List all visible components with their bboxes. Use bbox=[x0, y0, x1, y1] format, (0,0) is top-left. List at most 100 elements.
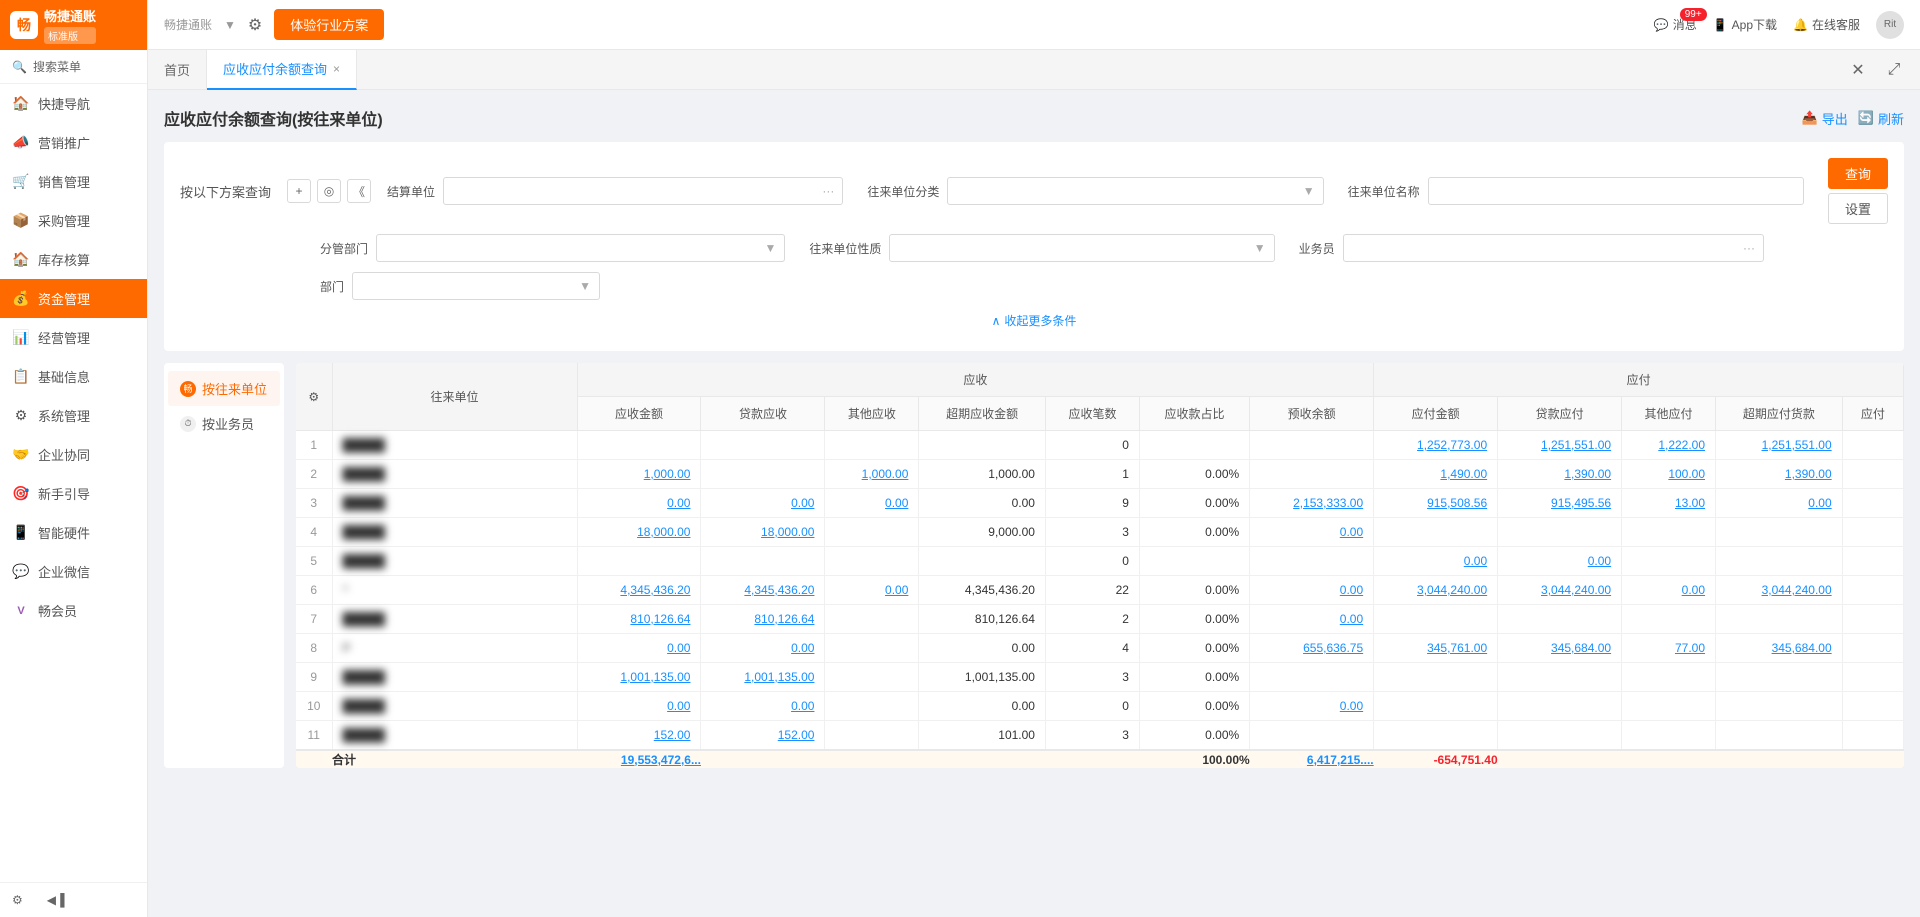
department-label: 部门 bbox=[320, 278, 344, 295]
cell-partner: █████ bbox=[332, 721, 577, 751]
partner-nature-select[interactable]: ▼ bbox=[889, 234, 1274, 262]
footer-pay-amount: -654,751.40 bbox=[1374, 750, 1498, 768]
operation-icon: 📊 bbox=[12, 329, 30, 347]
tabs-actions: ✕ ⤢ bbox=[1844, 56, 1920, 84]
sidebar-search[interactable]: 🔍 搜索菜单 bbox=[0, 50, 147, 84]
sidebar-item-capital[interactable]: 💰 资金管理 bbox=[0, 279, 147, 318]
th-rec-loan: 贷款应收 bbox=[701, 397, 825, 431]
sidebar-item-label: 畅会员 bbox=[38, 601, 77, 620]
member-icon: V bbox=[12, 602, 30, 620]
table-row: 11█████152.00152.00101.0030.00% bbox=[296, 721, 1904, 751]
avatar: Rit bbox=[1876, 11, 1904, 39]
table-row: 8P0.000.000.0040.00%655,636.75345,761.00… bbox=[296, 634, 1904, 663]
filter-settings-button[interactable]: ◎ bbox=[317, 179, 341, 203]
sidebar-item-inventory[interactable]: 🏠 库存核算 bbox=[0, 240, 147, 279]
table-settings-icon[interactable]: ⚙ bbox=[308, 390, 319, 404]
query-buttons: 查询 设置 bbox=[1828, 158, 1888, 224]
settlement-unit-input[interactable]: ··· bbox=[443, 177, 843, 205]
sidebar-item-hardware[interactable]: 📱 智能硬件 bbox=[0, 513, 147, 552]
th-pay-suffix: 应付 bbox=[1842, 397, 1903, 431]
filter-row-2: 分管部门 ▼ 往来单位性质 ▼ 业务员 ··· bbox=[180, 234, 1888, 262]
th-rec-other: 其他应收 bbox=[825, 397, 919, 431]
export-button[interactable]: 📤 导出 bbox=[1802, 109, 1848, 128]
refresh-button[interactable]: 🔄 刷新 bbox=[1858, 109, 1904, 128]
filter-collapse-button[interactable]: 《 bbox=[347, 179, 371, 203]
th-settings[interactable]: ⚙ bbox=[296, 363, 332, 431]
filter-add-button[interactable]: + bbox=[287, 179, 311, 203]
download-icon: 📱 bbox=[1713, 18, 1728, 32]
message-badge: 99+ bbox=[1680, 8, 1707, 21]
footer-rec-advance[interactable]: 6,417,215.... bbox=[1250, 750, 1374, 768]
query-button[interactable]: 查询 bbox=[1828, 158, 1888, 189]
th-rec-amount: 应收金额 bbox=[577, 397, 701, 431]
table-scroll[interactable]: ⚙ 往来单位 应收 应付 应收金额 贷款应收 其他应收 超期应收金额 应收笔数 bbox=[296, 363, 1904, 768]
basic-icon: 📋 bbox=[12, 368, 30, 386]
top-header: 畅捷通账 ▼ ⚙ 体验行业方案 💬 消息 99+ 📱 App下载 🔔 在线客服 … bbox=[148, 0, 1920, 50]
cell-partner: █████ bbox=[332, 489, 577, 518]
chevron-down-icon[interactable]: ▼ bbox=[224, 18, 236, 32]
sidebar-item-basic[interactable]: 📋 基础信息 bbox=[0, 357, 147, 396]
table-row: 5█████00.000.00 bbox=[296, 547, 1904, 576]
table-row: 7█████810,126.64810,126.64810,126.6420.0… bbox=[296, 605, 1904, 634]
filter-action-buttons: + ◎ 《 bbox=[287, 179, 371, 203]
dept-select[interactable]: ▼ bbox=[376, 234, 785, 262]
window-expand-button[interactable]: ⤢ bbox=[1880, 56, 1908, 84]
header-actions: 💬 消息 99+ 📱 App下载 🔔 在线客服 Rit bbox=[1654, 11, 1904, 39]
sidebar-item-system[interactable]: ⚙ 系统管理 bbox=[0, 396, 147, 435]
sidebar-item-label: 新手引导 bbox=[38, 484, 90, 503]
footer-rec-loan bbox=[701, 750, 825, 768]
tab-close-icon[interactable]: × bbox=[333, 62, 340, 76]
header-settings-icon[interactable]: ⚙ bbox=[248, 15, 262, 35]
salesperson-input[interactable]: ··· bbox=[1343, 234, 1764, 262]
cell-partner: █████ bbox=[332, 460, 577, 489]
tab-home[interactable]: 首页 bbox=[148, 50, 207, 90]
department-select[interactable]: ▼ bbox=[352, 272, 600, 300]
user-avatar-button[interactable]: Rit bbox=[1876, 11, 1904, 39]
partner-name-input[interactable] bbox=[1428, 177, 1804, 205]
sidebar-item-quick-nav[interactable]: 🏠 快捷导航 bbox=[0, 84, 147, 123]
sidebar-item-guide[interactable]: 🎯 新手引导 bbox=[0, 474, 147, 513]
sidebar-item-marketing[interactable]: 📣 营销推广 bbox=[0, 123, 147, 162]
filter-area: 按以下方案查询 + ◎ 《 结算单位 ··· 往来单位分类 ▼ bbox=[164, 142, 1904, 351]
nav-item-by-salesperson[interactable]: ⏱ 按业务员 bbox=[168, 406, 280, 441]
app-download-button[interactable]: 📱 App下载 bbox=[1713, 16, 1777, 33]
tab-receivable-payable[interactable]: 应收应付余额查询 × bbox=[207, 50, 357, 90]
cell-partner: P bbox=[332, 634, 577, 663]
export-icon: 📤 bbox=[1802, 110, 1818, 126]
sidebar-item-operation[interactable]: 📊 经营管理 bbox=[0, 318, 147, 357]
nav-item-by-partner[interactable]: 畅 按往来单位 bbox=[168, 371, 280, 406]
data-table-container: ⚙ 往来单位 应收 应付 应收金额 贷款应收 其他应收 超期应收金额 应收笔数 bbox=[296, 363, 1904, 768]
sidebar-item-member[interactable]: V 畅会员 bbox=[0, 591, 147, 630]
sidebar-collapse-btn[interactable]: ◀▐ bbox=[35, 883, 77, 917]
sidebar-item-sales[interactable]: 🛒 销售管理 bbox=[0, 162, 147, 201]
dots-icon: ··· bbox=[822, 184, 834, 198]
table-row: 4█████18,000.0018,000.009,000.0030.00%0.… bbox=[296, 518, 1904, 547]
page-header: 应收应付余额查询(按往来单位) 📤 导出 🔄 刷新 bbox=[164, 106, 1904, 130]
sidebar-item-wechat[interactable]: 💬 企业微信 bbox=[0, 552, 147, 591]
sidebar-item-label: 系统管理 bbox=[38, 406, 90, 425]
filter-by-label: 按以下方案查询 bbox=[180, 182, 271, 201]
sidebar-settings-btn[interactable]: ⚙ bbox=[0, 883, 35, 917]
footer-rec-amount[interactable]: 19,553,472,6... bbox=[577, 750, 701, 768]
inventory-icon: 🏠 bbox=[12, 251, 30, 269]
dept-in-charge-label: 分管部门 bbox=[320, 240, 368, 257]
collapse-filter-button[interactable]: ∧ 收起更多条件 bbox=[180, 306, 1888, 335]
filter-row-3: 部门 ▼ bbox=[180, 272, 1888, 300]
window-close-button[interactable]: ✕ bbox=[1844, 56, 1872, 84]
sidebar-item-purchase[interactable]: 📦 采购管理 bbox=[0, 201, 147, 240]
page-actions: 📤 导出 🔄 刷新 bbox=[1802, 109, 1904, 128]
promo-button[interactable]: 体验行业方案 bbox=[274, 9, 384, 40]
sidebar: 畅 畅捷通账 标准版 🔍 搜索菜单 🏠 快捷导航 📣 营销推广 🛒 销售管理 📦… bbox=[0, 0, 148, 917]
sidebar-item-cooperation[interactable]: 🤝 企业协同 bbox=[0, 435, 147, 474]
partner-category-select[interactable]: ▼ bbox=[947, 177, 1323, 205]
online-service-button[interactable]: 🔔 在线客服 bbox=[1793, 16, 1860, 33]
filter-row-header: 按以下方案查询 + ◎ 《 结算单位 ··· 往来单位分类 ▼ bbox=[180, 158, 1888, 224]
logo-badge: 标准版 bbox=[44, 27, 96, 44]
cell-index: 8 bbox=[296, 634, 332, 663]
table-row: 1█████01,252,773.001,251,551.001,222.001… bbox=[296, 431, 1904, 460]
message-button[interactable]: 💬 消息 99+ bbox=[1654, 16, 1697, 33]
home-icon: 🏠 bbox=[12, 95, 30, 113]
tab-home-label: 首页 bbox=[164, 60, 190, 79]
gear-icon: ⚙ bbox=[12, 893, 23, 907]
settings-button[interactable]: 设置 bbox=[1828, 193, 1888, 224]
